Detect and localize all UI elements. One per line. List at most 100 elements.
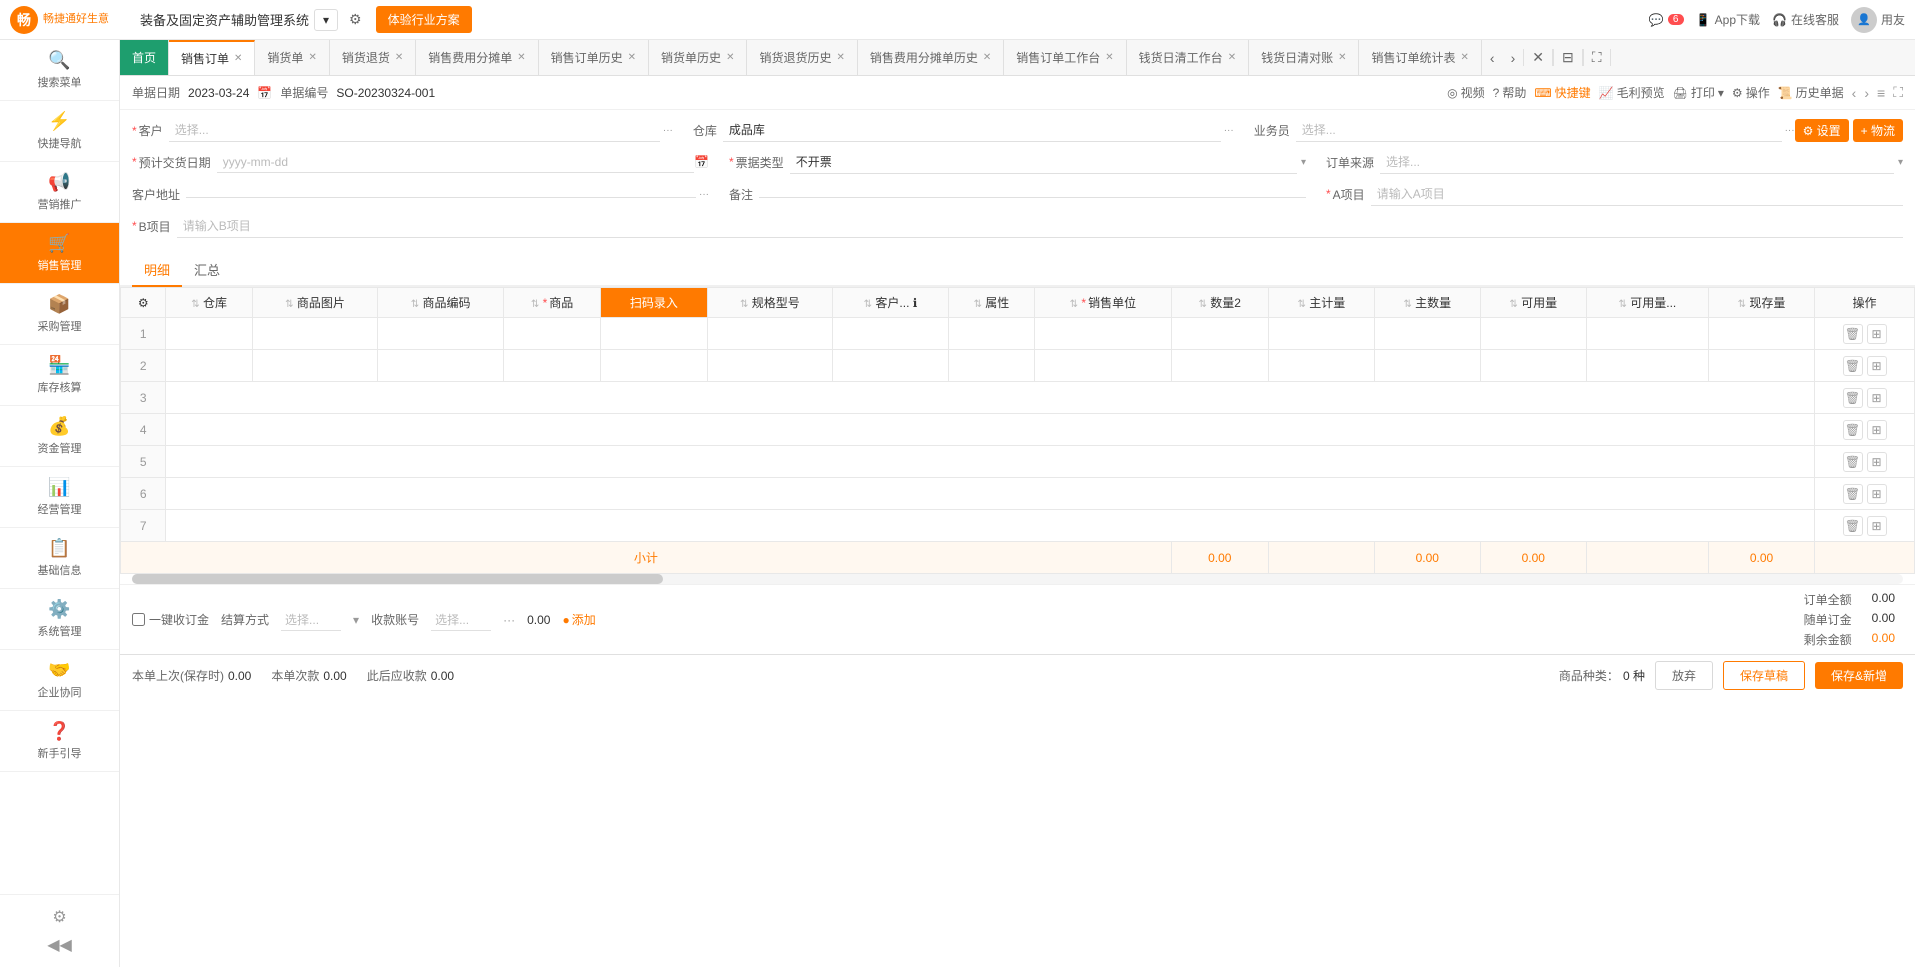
receipt-account-select[interactable]: 选择... bbox=[431, 609, 491, 631]
row-1-product-image[interactable] bbox=[252, 318, 378, 350]
remark-input[interactable] bbox=[759, 191, 1306, 198]
row-3-copy-btn[interactable]: ⊞ bbox=[1867, 388, 1887, 408]
row-5-empty[interactable] bbox=[166, 446, 1815, 478]
tab-summary[interactable]: 汇总 bbox=[182, 254, 232, 287]
row-2-main-unit[interactable] bbox=[1268, 350, 1374, 382]
sidebar-toggle-btn[interactable]: ◀◀ bbox=[43, 931, 76, 959]
footer-add-btn[interactable]: ● 添加 bbox=[562, 611, 595, 628]
row-5-delete-btn[interactable]: 🗑 bbox=[1843, 452, 1863, 472]
tab-sales-stats[interactable]: 销售订单统计表 ✕ bbox=[1359, 40, 1481, 76]
row-1-current-stock[interactable] bbox=[1709, 318, 1815, 350]
tab-close-cash-daily-reconcile[interactable]: ✕ bbox=[1338, 52, 1346, 63]
row-6-empty[interactable] bbox=[166, 478, 1815, 510]
help-btn[interactable]: ? 帮助 bbox=[1493, 84, 1527, 101]
warehouse-value[interactable]: 成品库 bbox=[723, 118, 1221, 142]
row-2-warehouse[interactable] bbox=[166, 350, 252, 382]
row-2-customer[interactable] bbox=[833, 350, 949, 382]
row-2-current-stock[interactable] bbox=[1709, 350, 1815, 382]
tab-sales-order-history[interactable]: 销售订单历史 ✕ bbox=[539, 40, 649, 76]
add-goods-btn[interactable]: + 物流 bbox=[1853, 119, 1903, 142]
sidebar-item-sales[interactable]: 🛒 销售管理 bbox=[0, 223, 119, 284]
row-1-available-more[interactable] bbox=[1586, 318, 1708, 350]
user-item[interactable]: 👤 用友 bbox=[1851, 7, 1905, 33]
th-gear[interactable]: ⚙ bbox=[121, 288, 166, 318]
tab-grid-btn[interactable]: ⊟ bbox=[1553, 49, 1583, 66]
row-1-quantity2[interactable] bbox=[1171, 318, 1268, 350]
sort-icon-product-image[interactable]: ⇅ bbox=[285, 299, 293, 310]
sidebar-item-operations[interactable]: 📊 经营管理 bbox=[0, 467, 119, 528]
form-expand-btn[interactable]: ⛶ bbox=[1893, 84, 1903, 101]
row-1-available-qty[interactable] bbox=[1480, 318, 1586, 350]
sort-icon-main-unit[interactable]: ⇅ bbox=[1297, 299, 1305, 310]
sort-icon-main-quantity[interactable]: ⇅ bbox=[1403, 299, 1411, 310]
row-2-sales-unit[interactable] bbox=[1035, 350, 1172, 382]
b-project-input[interactable]: 请输入B项目 bbox=[177, 214, 1903, 238]
row-1-main-quantity[interactable] bbox=[1374, 318, 1480, 350]
payment-method-select[interactable]: 选择... bbox=[281, 609, 341, 631]
row-2-attributes[interactable] bbox=[948, 350, 1034, 382]
address-more-icon[interactable]: ··· bbox=[699, 189, 709, 200]
tab-close-sales-order-workbench[interactable]: ✕ bbox=[1105, 52, 1113, 63]
sidebar-item-system[interactable]: ⚙️ 系统管理 bbox=[0, 589, 119, 650]
row-6-copy-btn[interactable]: ⊞ bbox=[1867, 484, 1887, 504]
row-2-delete-btn[interactable]: 🗑 bbox=[1843, 356, 1863, 376]
tab-sales-refund-history[interactable]: 销货退货历史 ✕ bbox=[747, 40, 857, 76]
salesperson-more-icon[interactable]: ··· bbox=[1785, 125, 1795, 136]
salesperson-input[interactable]: 选择... bbox=[1296, 118, 1782, 142]
row-2-available-qty[interactable] bbox=[1480, 350, 1586, 382]
one-click-order-checkbox[interactable] bbox=[132, 613, 145, 626]
sidebar-item-purchase[interactable]: 📦 采购管理 bbox=[0, 284, 119, 345]
tab-sales-returns[interactable]: 销货单 ✕ bbox=[255, 40, 329, 76]
a-project-input[interactable]: 请输入A项目 bbox=[1371, 182, 1903, 206]
sort-icon-available-more[interactable]: ⇅ bbox=[1619, 299, 1627, 310]
calendar-icon[interactable]: 📅 bbox=[257, 86, 272, 100]
customer-more-icon[interactable]: ··· bbox=[663, 125, 673, 136]
tab-close-sales-returns[interactable]: ✕ bbox=[308, 52, 316, 63]
tab-cash-daily-clear[interactable]: 钱货日清工作台 ✕ bbox=[1127, 40, 1249, 76]
row-1-customer[interactable] bbox=[833, 318, 949, 350]
row-2-barcode[interactable] bbox=[601, 350, 707, 382]
tab-sales-expense[interactable]: 销售费用分摊单 ✕ bbox=[416, 40, 538, 76]
sort-icon-warehouse[interactable]: ⇅ bbox=[191, 299, 199, 310]
row-1-product-code[interactable] bbox=[378, 318, 504, 350]
warehouse-more-icon[interactable]: ··· bbox=[1224, 125, 1234, 136]
save-new-btn[interactable]: 保存&新增 bbox=[1815, 662, 1903, 689]
sort-icon-customer[interactable]: ⇅ bbox=[864, 299, 872, 310]
print-btn[interactable]: 🖨 打印 ▾ bbox=[1673, 84, 1724, 101]
row-2-main-quantity[interactable] bbox=[1374, 350, 1480, 382]
tab-close-sales-refund[interactable]: ✕ bbox=[395, 52, 403, 63]
tab-close-sales-returns-history[interactable]: ✕ bbox=[726, 52, 734, 63]
row-2-quantity2[interactable] bbox=[1171, 350, 1268, 382]
delivery-date-input[interactable]: yyyy-mm-dd bbox=[217, 152, 694, 173]
sidebar-item-basics[interactable]: 📋 基础信息 bbox=[0, 528, 119, 589]
row-6-delete-btn[interactable]: 🗑 bbox=[1843, 484, 1863, 504]
save-draft-btn[interactable]: 保存草稿 bbox=[1723, 661, 1805, 690]
row-2-copy-btn[interactable]: ⊞ bbox=[1867, 356, 1887, 376]
tab-home[interactable]: 首页 bbox=[120, 40, 169, 76]
receipt-account-more[interactable]: ··· bbox=[503, 613, 515, 627]
preview-btn[interactable]: ◎ 视频 bbox=[1447, 84, 1485, 101]
form-prev-btn[interactable]: ‹ bbox=[1852, 85, 1857, 101]
row-3-empty[interactable] bbox=[166, 382, 1815, 414]
order-source-input[interactable]: 选择... bbox=[1380, 150, 1894, 174]
table-scrollbar[interactable] bbox=[132, 574, 1903, 584]
sidebar-item-marketing[interactable]: 📢 营销推广 bbox=[0, 162, 119, 223]
sort-icon-available-qty[interactable]: ⇅ bbox=[1509, 299, 1517, 310]
tab-close-cash-daily-clear[interactable]: ✕ bbox=[1228, 52, 1236, 63]
row-1-main-unit[interactable] bbox=[1268, 318, 1374, 350]
tab-detail[interactable]: 明细 bbox=[132, 254, 182, 287]
tab-close-sales-expense[interactable]: ✕ bbox=[517, 52, 525, 63]
row-2-product-code[interactable] bbox=[378, 350, 504, 382]
sidebar-item-finance[interactable]: 💰 资金管理 bbox=[0, 406, 119, 467]
form-list-btn[interactable]: ≡ bbox=[1877, 85, 1885, 101]
tab-close-sales-expense-history[interactable]: ✕ bbox=[983, 52, 991, 63]
shortcut-btn[interactable]: ⌨ 快捷键 bbox=[1534, 84, 1590, 101]
row-1-product[interactable] bbox=[503, 318, 600, 350]
delivery-calendar-icon[interactable]: 📅 bbox=[694, 155, 709, 169]
tab-close-sales-order[interactable]: ✕ bbox=[234, 53, 242, 64]
th-barcode[interactable]: 扫码录入 bbox=[601, 288, 707, 318]
row-2-product-image[interactable] bbox=[252, 350, 378, 382]
customer-address-input[interactable] bbox=[186, 191, 696, 198]
tab-sales-returns-history[interactable]: 销货单历史 ✕ bbox=[649, 40, 747, 76]
row-1-warehouse[interactable] bbox=[166, 318, 252, 350]
